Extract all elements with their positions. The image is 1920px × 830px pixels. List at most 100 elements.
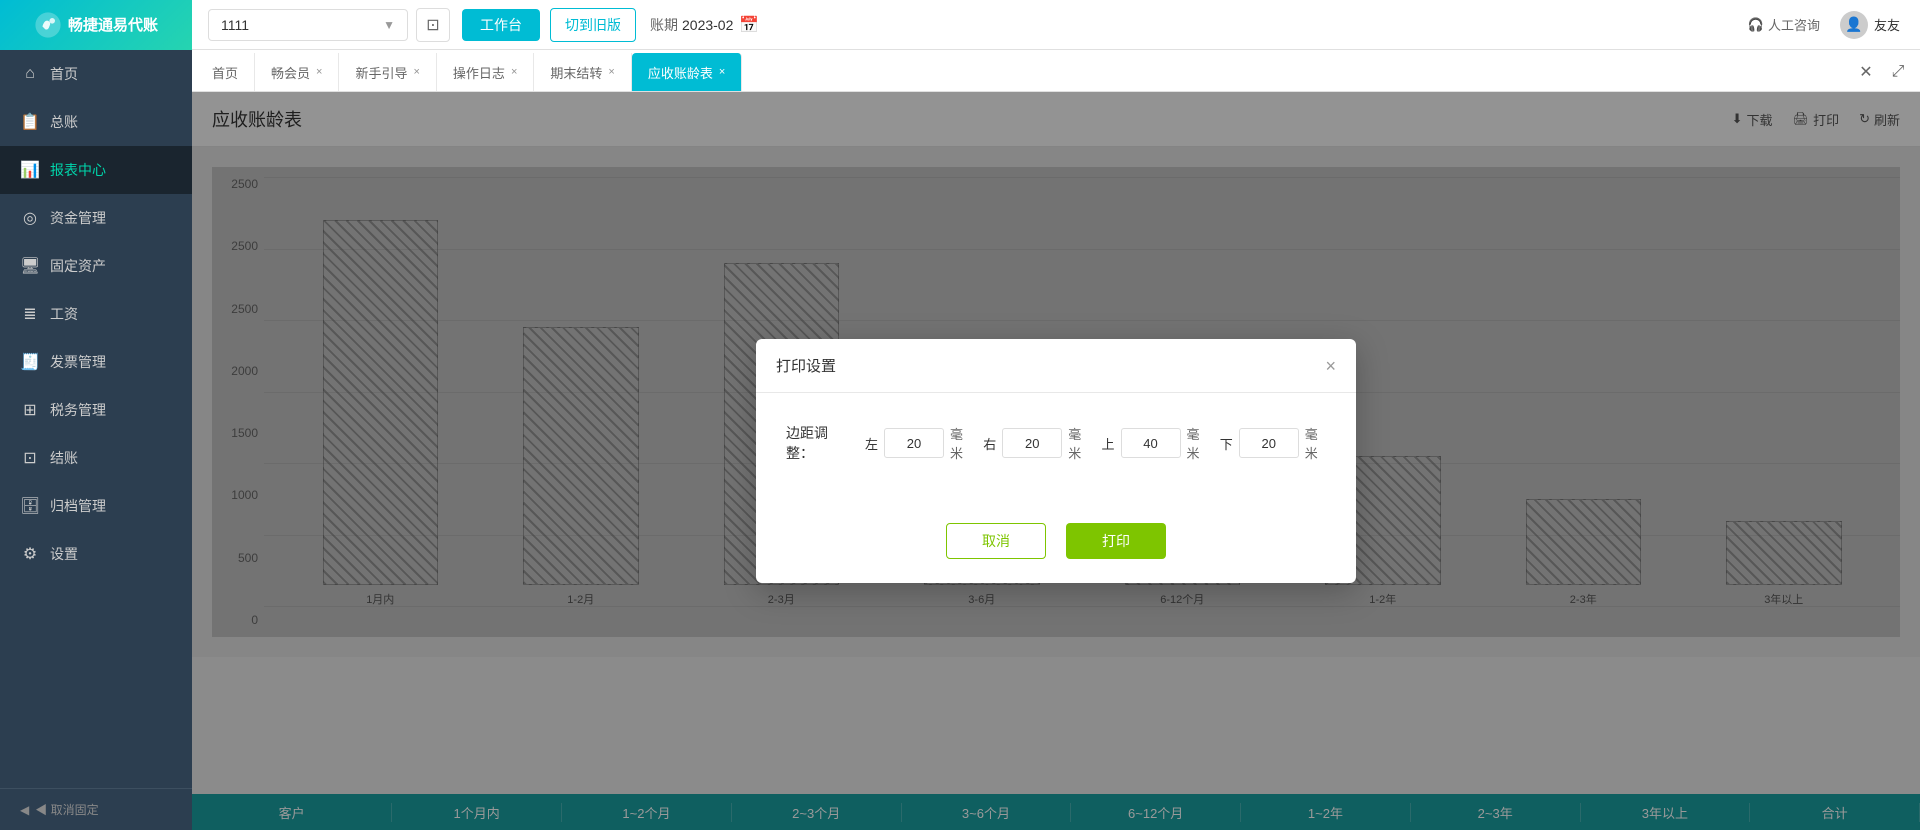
sidebar-item-assets[interactable]: 🖥 固定资产 [0, 242, 192, 290]
top-input[interactable] [1121, 428, 1181, 458]
modal-footer: 取消 打印 [756, 513, 1356, 583]
copy-icon: ⊡ [426, 15, 439, 35]
expand-icon: ⤢ [1892, 63, 1905, 81]
modal-close-button[interactable]: × [1325, 357, 1336, 375]
sidebar-item-ledger[interactable]: 📋 总账 [0, 98, 192, 146]
tax-icon: ⊞ [20, 400, 40, 420]
sidebar-item-invoice[interactable]: 🧾 发票管理 [0, 338, 192, 386]
consult-button[interactable]: 🎧 人工咨询 [1748, 15, 1820, 34]
top-header: 畅捷通易代账 1111 ▼ ⊡ 工作台 切到旧版 账期 2023-02 📅 🎧 … [0, 0, 1920, 50]
tab-guide[interactable]: 新手引导 × [339, 53, 436, 91]
right-input[interactable] [1002, 428, 1062, 458]
tab-oplog[interactable]: 操作日志 × [437, 53, 534, 91]
tabs-bar: 首页 畅会员 × 新手引导 × 操作日志 × 期末结转 × 应收账龄表 × [192, 50, 1920, 92]
user-area[interactable]: 👤 友友 [1840, 11, 1900, 39]
company-selector[interactable]: 1111 ▼ [208, 9, 408, 41]
settings-icon: ⚙ [20, 544, 40, 564]
tab-period-end[interactable]: 期末结转 × [534, 53, 631, 91]
close-tab-button[interactable]: ✕ [1852, 58, 1880, 86]
copy-button[interactable]: ⊡ [416, 8, 450, 42]
bottom-unit: 毫米 [1305, 424, 1326, 462]
invoice-icon: 🧾 [20, 352, 40, 372]
sidebar-label-funds: 资金管理 [50, 208, 106, 228]
print-confirm-button[interactable]: 打印 [1066, 523, 1166, 559]
workbench-button[interactable]: 工作台 [462, 9, 540, 41]
close-icon: ✕ [1859, 62, 1872, 82]
company-name: 1111 [221, 17, 375, 33]
right-unit: 毫米 [1068, 424, 1089, 462]
consult-label: 人工咨询 [1768, 15, 1820, 34]
payroll-icon: ≣ [20, 304, 40, 324]
bottom-label: 下 [1220, 434, 1233, 453]
period-value: 2023-02 [682, 17, 733, 33]
tab-ar-aging-label: 应收账龄表 [648, 63, 713, 82]
sidebar-label-invoice: 发票管理 [50, 352, 106, 372]
tab-guide-label: 新手引导 [355, 63, 407, 82]
tab-member-label: 畅会员 [271, 63, 310, 82]
sidebar-label-settings: 设置 [50, 544, 78, 564]
sidebar-item-reports[interactable]: 📊 报表中心 [0, 146, 192, 194]
tab-oplog-label: 操作日志 [453, 63, 505, 82]
avatar-icon: 👤 [1845, 16, 1862, 33]
sidebar-item-payroll[interactable]: ≣ 工资 [0, 290, 192, 338]
expand-tab-button[interactable]: ⤢ [1884, 58, 1912, 86]
sidebar-item-tax[interactable]: ⊞ 税务管理 [0, 386, 192, 434]
sidebar-label-closing: 结账 [50, 448, 78, 468]
logo-area: 畅捷通易代账 [0, 0, 192, 50]
left-label: 左 [865, 434, 878, 453]
modal-body: 边距调整： 左 毫米 右 毫米 [756, 393, 1356, 513]
collapse-icon: ◀ [20, 803, 29, 817]
closing-icon: ⊡ [20, 448, 40, 468]
tab-ar-aging-close[interactable]: × [719, 66, 725, 78]
ledger-icon: 📋 [20, 112, 40, 132]
switch-version-button[interactable]: 切到旧版 [550, 8, 636, 42]
modal-overlay: 打印设置 × 边距调整： 左 毫米 右 [192, 92, 1920, 830]
margin-left-field: 左 毫米 [865, 424, 971, 462]
tab-home-label: 首页 [212, 63, 238, 82]
tab-period-end-close[interactable]: × [608, 66, 614, 78]
sidebar-scroll: ⌂ 首页 📋 总账 📊 报表中心 ◎ 资金管理 🖥 固定资产 ≣ 工资 [0, 50, 192, 788]
headset-icon: 🎧 [1748, 17, 1764, 33]
margin-adjustment-label: 边距调整： [786, 423, 853, 463]
modal-title: 打印设置 [776, 355, 836, 376]
period-label: 账期 [650, 15, 678, 35]
left-input[interactable] [884, 428, 944, 458]
sidebar-label-home: 首页 [50, 64, 78, 84]
tab-oplog-close[interactable]: × [511, 66, 517, 78]
sidebar-item-funds[interactable]: ◎ 资金管理 [0, 194, 192, 242]
top-unit: 毫米 [1187, 424, 1208, 462]
sidebar-item-home[interactable]: ⌂ 首页 [0, 50, 192, 98]
top-label: 上 [1101, 434, 1114, 453]
funds-icon: ◎ [20, 208, 40, 228]
bottom-input[interactable] [1239, 428, 1299, 458]
margin-row: 边距调整： 左 毫米 右 毫米 [786, 423, 1326, 463]
sidebar-label-assets: 固定资产 [50, 256, 106, 276]
sidebar-item-archive[interactable]: 🗄 归档管理 [0, 482, 192, 530]
sidebar-item-settings[interactable]: ⚙ 设置 [0, 530, 192, 578]
sidebar-item-closing[interactable]: ⊡ 结账 [0, 434, 192, 482]
app-name: 畅捷通易代账 [68, 14, 158, 35]
tab-home[interactable]: 首页 [192, 53, 255, 91]
archive-icon: 🗄 [20, 496, 40, 516]
tab-member[interactable]: 畅会员 × [255, 53, 339, 91]
left-unit: 毫米 [950, 424, 971, 462]
sidebar-label-ledger: 总账 [50, 112, 78, 132]
tab-guide-close[interactable]: × [413, 66, 419, 78]
tab-ar-aging[interactable]: 应收账龄表 × [632, 53, 742, 91]
sidebar: ⌂ 首页 📋 总账 📊 报表中心 ◎ 资金管理 🖥 固定资产 ≣ 工资 [0, 50, 192, 830]
sidebar-collapse-button[interactable]: ◀ ◀ 取消固定 [0, 788, 192, 830]
tab-right-buttons: ✕ ⤢ [1852, 53, 1920, 91]
main-layout: ⌂ 首页 📋 总账 📊 报表中心 ◎ 资金管理 🖥 固定资产 ≣ 工资 [0, 50, 1920, 830]
tab-period-end-label: 期末结转 [550, 63, 602, 82]
right-label: 右 [983, 434, 996, 453]
user-name: 友友 [1874, 15, 1900, 34]
home-icon: ⌂ [20, 65, 40, 83]
margin-bottom-field: 下 毫米 [1220, 424, 1326, 462]
sidebar-label-archive: 归档管理 [50, 496, 106, 516]
tab-member-close[interactable]: × [316, 66, 322, 78]
period-area: 账期 2023-02 📅 [650, 15, 759, 35]
reports-icon: 📊 [20, 160, 40, 180]
calendar-icon[interactable]: 📅 [739, 15, 759, 35]
collapse-label: ◀ 取消固定 [35, 801, 98, 818]
cancel-button[interactable]: 取消 [946, 523, 1046, 559]
